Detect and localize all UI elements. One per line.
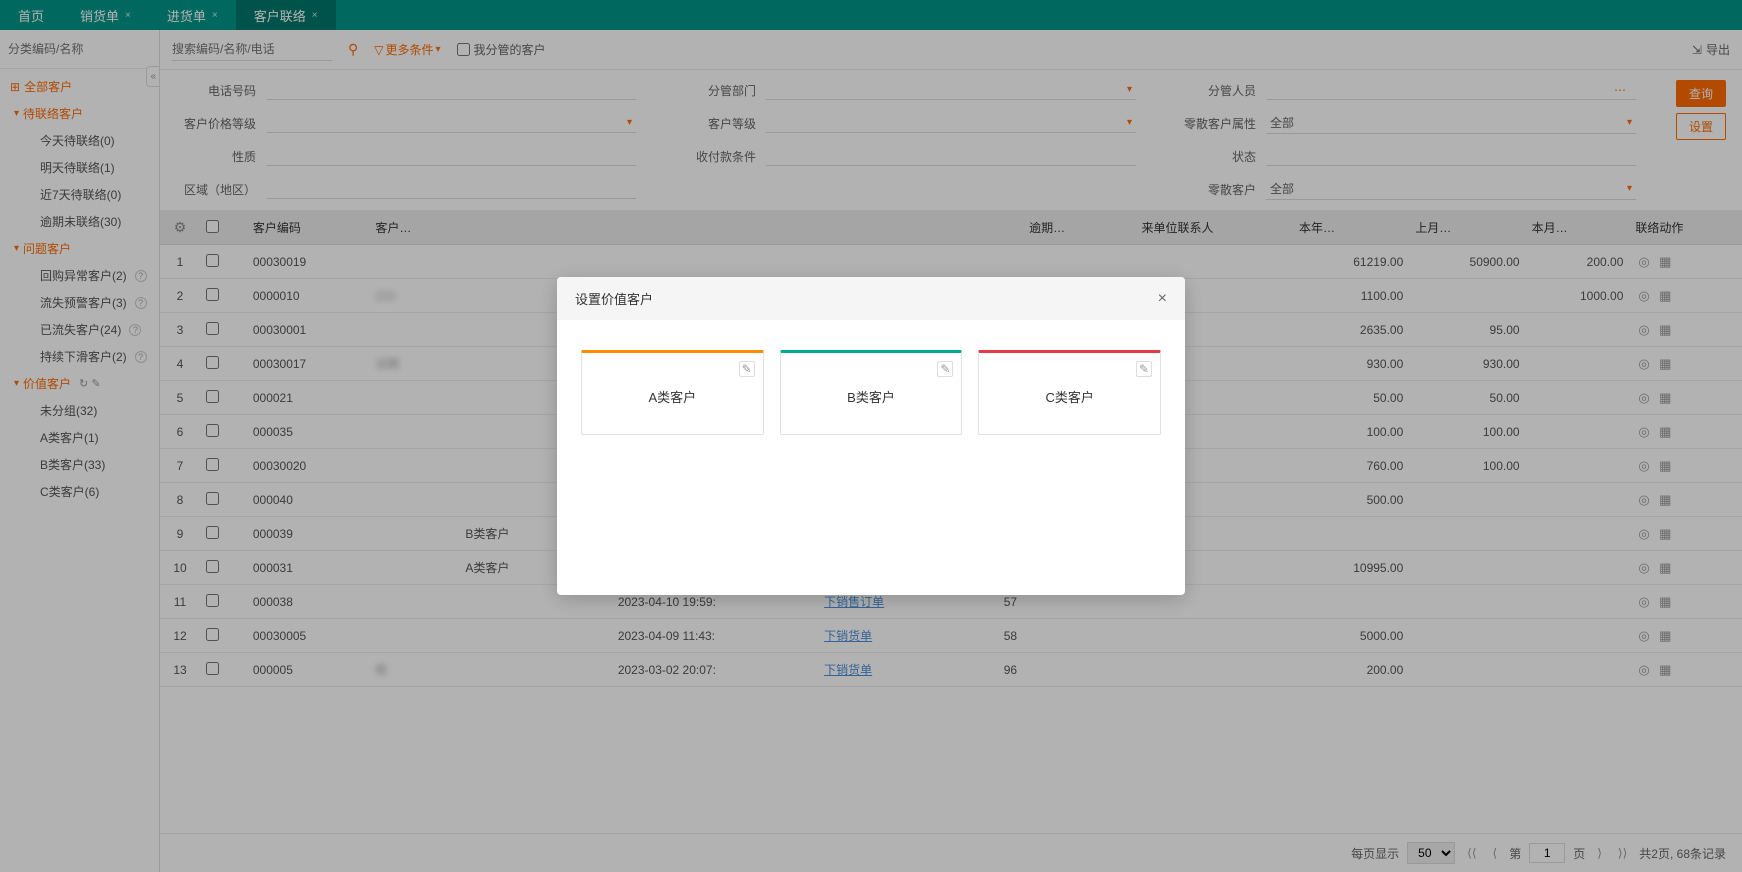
modal-body: ✎ A类客户 ✎ B类客户 ✎ C类客户 (557, 320, 1185, 595)
edit-icon[interactable]: ✎ (1136, 361, 1152, 377)
card-a-customer[interactable]: ✎ A类客户 (581, 350, 764, 435)
card-label: B类客户 (847, 390, 895, 405)
edit-icon[interactable]: ✎ (937, 361, 953, 377)
card-label: A类客户 (649, 390, 697, 405)
value-customer-modal: 设置价值客户 × ✎ A类客户 ✎ B类客户 ✎ C类客户 (557, 277, 1185, 595)
edit-icon[interactable]: ✎ (739, 361, 755, 377)
modal-close-button[interactable]: × (1158, 290, 1167, 308)
modal-header: 设置价值客户 × (557, 277, 1185, 320)
card-c-customer[interactable]: ✎ C类客户 (978, 350, 1161, 435)
modal-title: 设置价值客户 (575, 289, 653, 308)
card-label: C类客户 (1045, 390, 1093, 405)
card-b-customer[interactable]: ✎ B类客户 (780, 350, 963, 435)
